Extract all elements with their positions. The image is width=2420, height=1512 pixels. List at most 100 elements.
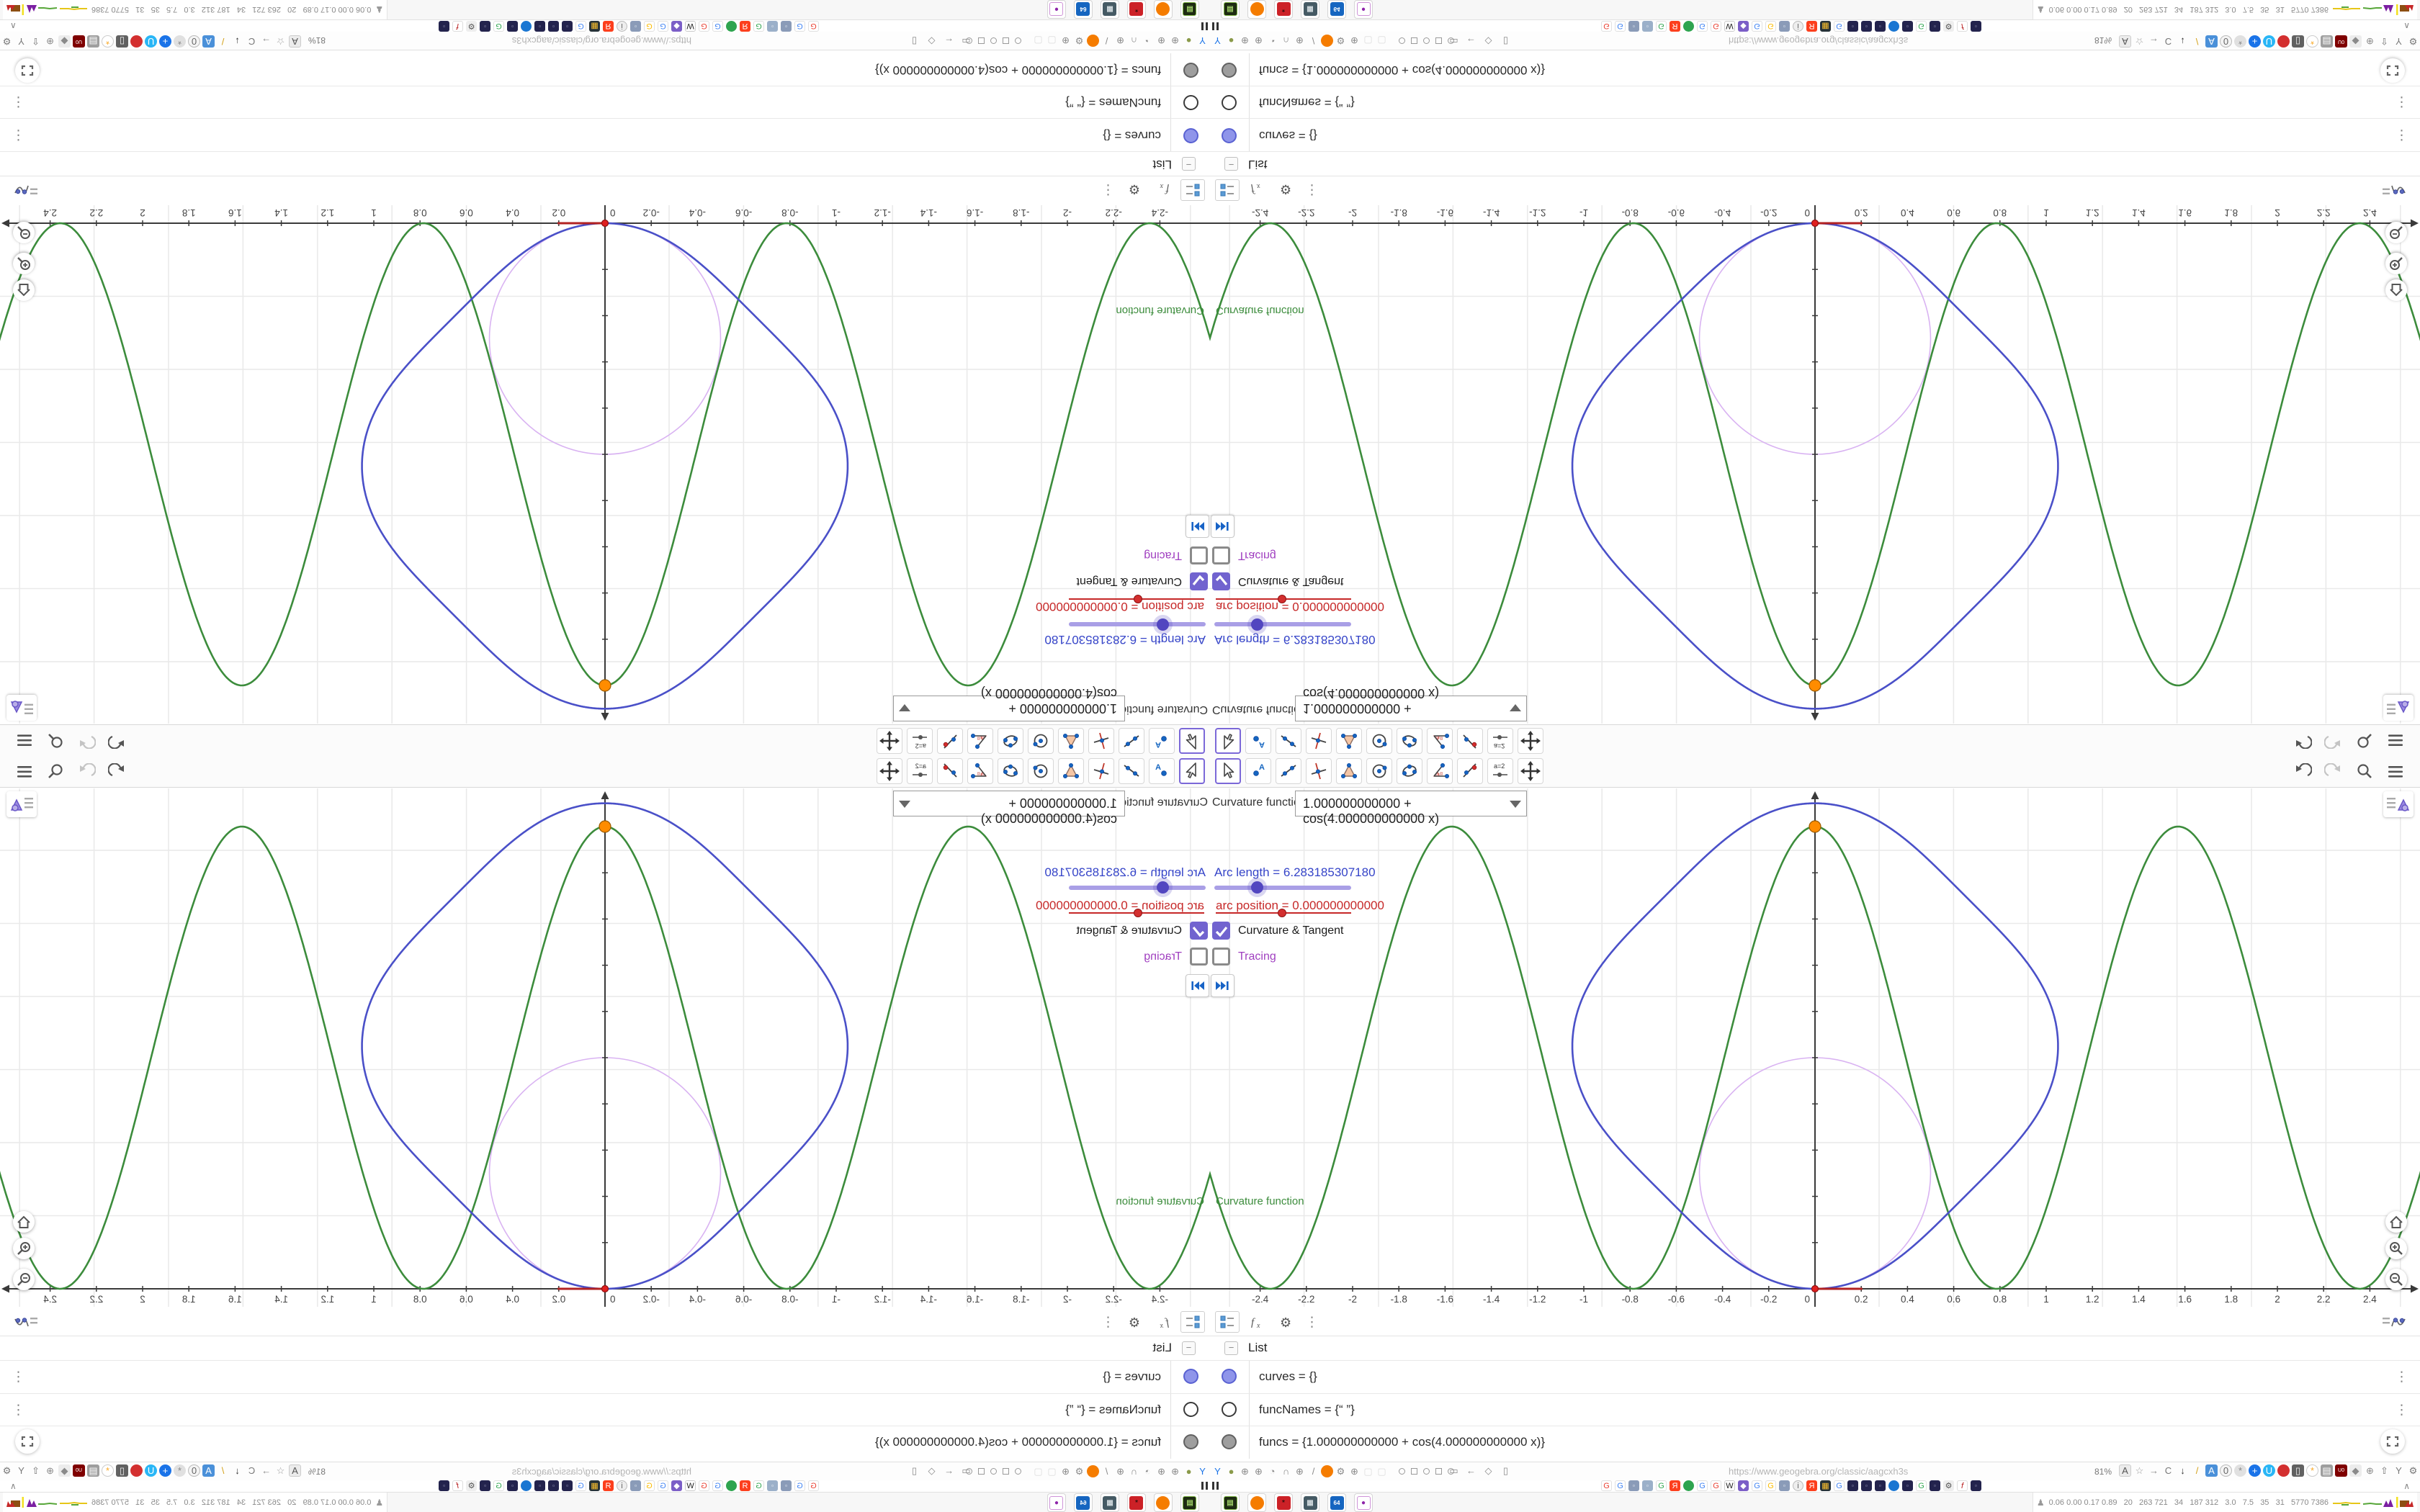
browser-extension-icon[interactable]: ● (1183, 35, 1195, 47)
taskbar-app[interactable]: * (1127, 0, 1146, 19)
visibility-toggle-curves[interactable] (1222, 128, 1237, 143)
graphics-stylebar-toggle[interactable] (2383, 791, 2414, 817)
browser-extension-icon[interactable]: A (2205, 35, 2218, 48)
graphics-stylebar-toggle[interactable] (2383, 695, 2414, 721)
visibility-toggle-funcNames[interactable] (1183, 1401, 1198, 1417)
chevron-up-icon[interactable]: ∧ (2403, 1481, 2410, 1491)
row-menu-kebab-icon[interactable]: ⋮ (2395, 94, 2408, 110)
browser-extension-icon[interactable]: ☆ (2133, 1464, 2146, 1477)
browser-extension-icon[interactable]: ⚙ (1073, 35, 1085, 47)
tool-line[interactable] (1276, 758, 1301, 784)
search-button[interactable] (45, 731, 66, 751)
dropdown-arrow-icon[interactable] (899, 801, 910, 808)
bookmark-favicon[interactable]: Я (603, 21, 614, 32)
graph-canvas[interactable]: -2.4 -2.2 -2 -1.8 -1.6 -1.4 -1.2 -1 -0.8 -0.6 -0.4… (1210, 205, 2420, 724)
tool-slider[interactable]: a=2 (907, 758, 933, 784)
bookmark-favicon[interactable] (1888, 21, 1899, 32)
browser-extension-icon[interactable]: * (2234, 1464, 2246, 1477)
arc-length-slider[interactable] (1069, 881, 1206, 894)
fullscreen-button[interactable] (2380, 1429, 2405, 1454)
bookmark-favicon[interactable]: Я (740, 1480, 750, 1491)
curvature-function-input[interactable]: 1.000000000000 + cos(4.000000000000 x) (1295, 686, 1527, 721)
browser-nav-icon[interactable]: ← (943, 35, 955, 48)
url-text[interactable]: https://www.geogebra.org/classic/aagcxh3… (512, 35, 691, 46)
browser-extension-icon[interactable]: ◆ (58, 1464, 71, 1477)
algebra-stylebar-toggle[interactable] (10, 1311, 42, 1333)
mini-icon[interactable] (1015, 1468, 1021, 1475)
browser-extension-icon[interactable]: ▤ (87, 35, 99, 48)
tool-move-view[interactable] (877, 758, 902, 784)
browser-extension-icon[interactable]: 0 (188, 1464, 200, 1477)
browser-extension-icon[interactable]: * (2234, 35, 2246, 48)
taskbar-app[interactable]: ▤ (1180, 0, 1199, 19)
menu-button[interactable] (2385, 731, 2406, 751)
home-button[interactable] (13, 1211, 35, 1233)
tool-point[interactable]: A (1245, 758, 1271, 784)
fullscreen-button[interactable] (15, 1429, 40, 1454)
tool-conic[interactable] (998, 728, 1023, 754)
mini-icon[interactable] (1003, 1468, 1009, 1475)
tool-move-view[interactable] (1518, 728, 1543, 754)
browser-extension-icon[interactable]: A (289, 35, 301, 48)
chevron-up-icon[interactable]: ∧ (10, 1481, 17, 1491)
mini-icon[interactable] (1435, 37, 1442, 44)
arc-position-slider[interactable] (1069, 909, 1204, 917)
taskbar-app[interactable]: ▦ (1101, 1493, 1119, 1512)
arc-position-slider[interactable] (1216, 909, 1351, 917)
bookmark-favicon[interactable]: G (644, 21, 655, 32)
browser-extension-icon[interactable]: → (2148, 1464, 2160, 1477)
algebra-row-funcNames[interactable]: funcNames = {“ ”} ⋮ (1210, 1392, 2420, 1426)
taskbar-app[interactable] (1154, 0, 1173, 19)
visibility-toggle-curves[interactable] (1183, 128, 1198, 143)
browser-zoom-level[interactable]: 81% (2094, 35, 2112, 45)
algebra-row-curves[interactable]: curves = {} ⋮ (1210, 119, 2420, 152)
bookmark-favicon[interactable]: G (1601, 1480, 1612, 1491)
url-text[interactable]: https://www.geogebra.org/classic/aagcxh3… (1729, 1466, 1908, 1477)
browser-extension-icon[interactable]: 0 (188, 35, 200, 48)
browser-extension-icon[interactable] (2277, 35, 2290, 48)
bookmark-favicon[interactable]: G (712, 1480, 723, 1491)
home-button[interactable] (2385, 1211, 2407, 1233)
algebra-row-curves[interactable]: curves = {} ⋮ (0, 1360, 1210, 1393)
taskbar-app[interactable]: * (1274, 1493, 1293, 1512)
browser-extension-icon[interactable]: U (2263, 35, 2275, 48)
mini-icon[interactable] (978, 1468, 985, 1475)
undo-button[interactable] (2293, 761, 2313, 781)
taskbar-app[interactable]: ▤ (1221, 0, 1240, 19)
bookmark-favicon[interactable]: ◦ (439, 21, 449, 32)
browser-extension-icon[interactable]: ⊕ (1059, 35, 1072, 47)
tool-conic[interactable] (1397, 758, 1422, 784)
tool-polygon[interactable] (1336, 758, 1362, 784)
graph-canvas[interactable]: -2.4 -2.2 -2 -1.8 -1.6 -1.4 -1.2 -1 -0.8 -0.6 -0.4… (0, 205, 1210, 724)
browser-extension-icon[interactable]: ● (1225, 1465, 1237, 1477)
browser-extension-icon[interactable]: ◆ (2349, 1464, 2362, 1477)
browser-extension-icon[interactable]: ⊕ (1155, 1465, 1168, 1477)
browser-extension-icon[interactable]: ◔ (1266, 1465, 1278, 1477)
browser-extension-icon[interactable]: C (2162, 1464, 2174, 1477)
taskbar-app[interactable]: * (1127, 1493, 1146, 1512)
browser-extension-icon[interactable]: ▢ (1032, 1465, 1044, 1477)
visibility-toggle-funcNames[interactable] (1222, 95, 1237, 111)
graphics-view[interactable]: -2.4 -2.2 -2 -1.8 -1.6 -1.4 -1.2 -1 -0.8 -0.6 -0.4… (0, 788, 1210, 1308)
bookmark-favicon[interactable] (1683, 21, 1694, 32)
tool-point[interactable]: A (1149, 758, 1175, 784)
bookmark-favicon[interactable]: ◦ (548, 21, 559, 32)
bookmark-favicon[interactable]: G (1916, 1480, 1927, 1491)
menu-button[interactable] (14, 761, 35, 781)
tool-perpendicular[interactable] (1306, 758, 1332, 784)
curvature-function-input[interactable]: 1.000000000000 + cos(4.000000000000 x) (893, 686, 1125, 721)
browser-extension-icon[interactable]: ▢ (1046, 1465, 1058, 1477)
browser-extension-icon[interactable]: ⚙ (1073, 1465, 1085, 1477)
tool-reflect[interactable] (1457, 758, 1483, 784)
bookmark-favicon[interactable]: ◦ (1930, 1480, 1940, 1491)
browser-extension-icon[interactable] (1087, 1465, 1099, 1477)
bookmark-favicon[interactable]: W (1724, 1480, 1735, 1491)
arc-position-slider-knob[interactable] (1278, 909, 1287, 917)
bookmark-favicon[interactable]: ◦ (781, 21, 792, 32)
browser-extension-icon[interactable]: A (2205, 1464, 2218, 1477)
browser-extension-icon[interactable]: / (217, 35, 229, 48)
browser-extension-icon[interactable]: → (260, 35, 272, 48)
algebra-row-funcs[interactable]: funcs = {1.000000000000 + cos(4.00000000… (0, 53, 1210, 86)
bookmark-favicon[interactable]: ⚙ (1943, 21, 1954, 32)
zoom-in-button[interactable] (13, 253, 35, 274)
